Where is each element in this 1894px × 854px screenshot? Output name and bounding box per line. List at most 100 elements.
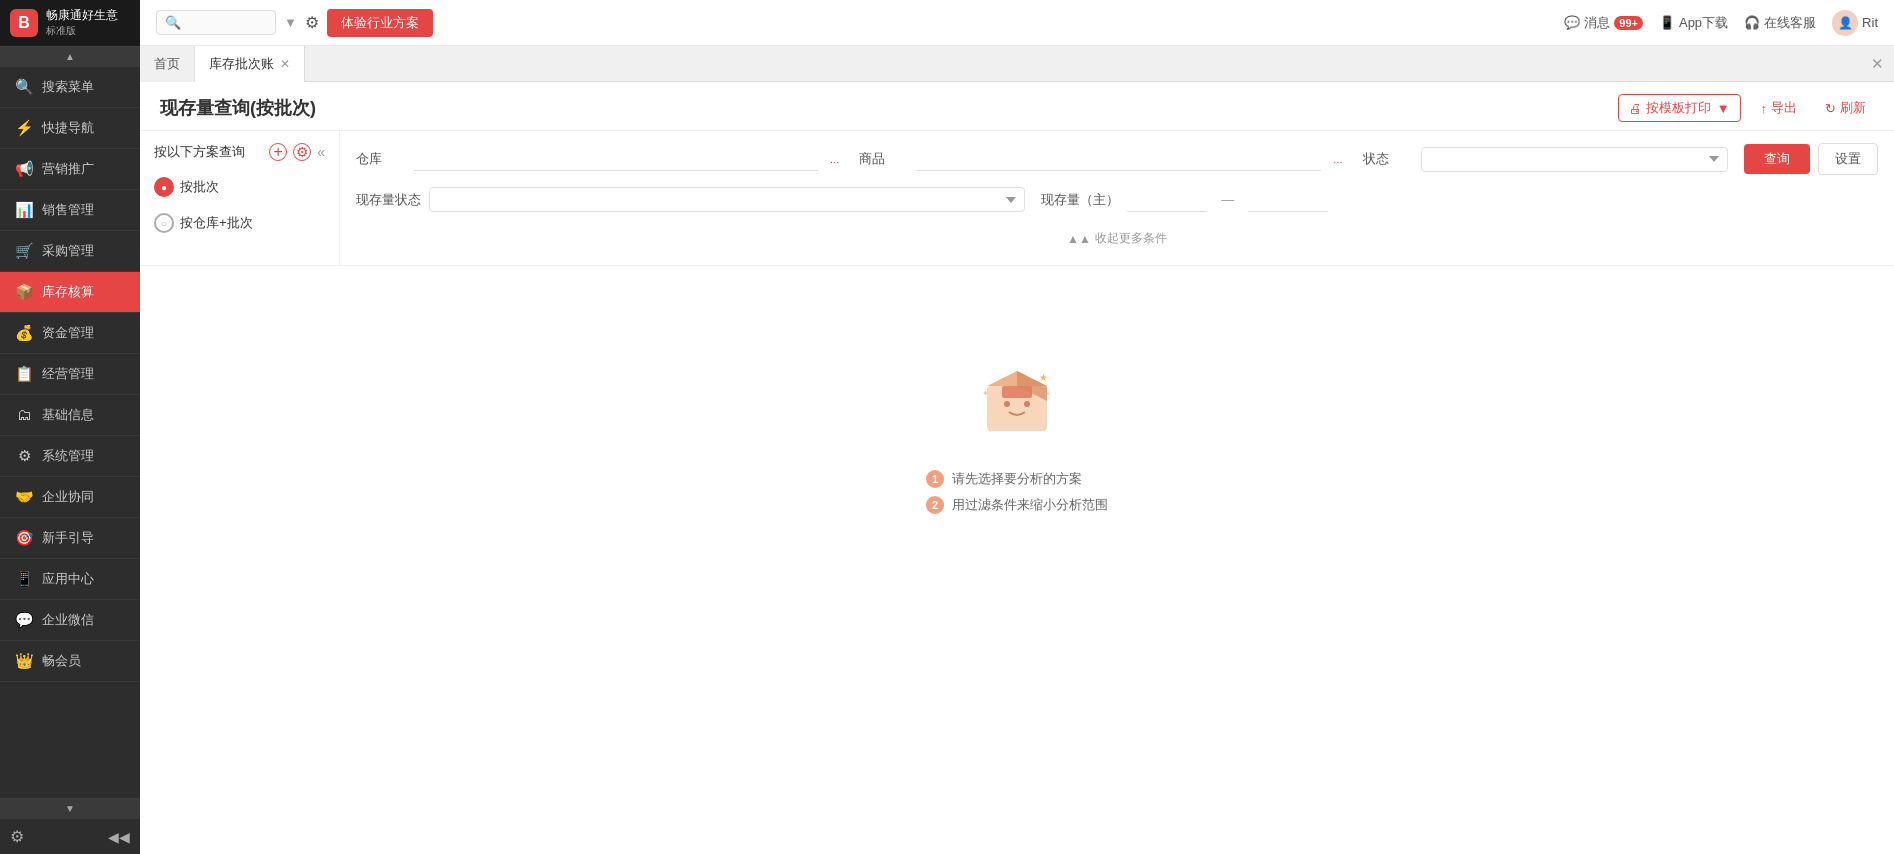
nav-icon-system: ⚙ — [14, 446, 34, 466]
step-2-num: 2 — [926, 496, 944, 514]
filter-row-2: 现存量状态 全部 有库存 无库存 现存量（主） — — [356, 187, 1878, 212]
collapse-sidebar-icon[interactable]: « — [317, 144, 325, 160]
filter-sidebar-header: 按以下方案查询 + ⚙ « — [140, 143, 339, 169]
sidebar-item-marketing[interactable]: 📢 营销推广 — [0, 149, 140, 190]
nav-icon-wechat: 💬 — [14, 610, 34, 630]
nav-label-system: 系统管理 — [42, 447, 94, 465]
user-name: Rit — [1862, 15, 1878, 30]
svg-text:★: ★ — [1039, 372, 1048, 383]
search-box[interactable]: 🔍 — [156, 10, 276, 35]
topbar-settings-icon[interactable]: ⚙ — [305, 13, 319, 32]
print-dropdown-icon[interactable]: ▼ — [1717, 101, 1730, 116]
refresh-btn[interactable]: ↻ 刷新 — [1817, 95, 1874, 121]
headset-icon: 🎧 — [1744, 15, 1760, 30]
nav-icon-marketing: 📢 — [14, 159, 34, 179]
tab-bar-close-icon[interactable]: ✕ — [1871, 55, 1884, 73]
nav-label-member: 畅会员 — [42, 652, 81, 670]
experience-btn[interactable]: 体验行业方案 — [327, 9, 433, 37]
settings-button[interactable]: 设置 — [1818, 143, 1878, 175]
sidebar-item-inventory[interactable]: 📦 库存核算 — [0, 272, 140, 313]
sidebar-item-system[interactable]: ⚙ 系统管理 — [0, 436, 140, 477]
scheme-batch-label: 按批次 — [180, 178, 219, 196]
query-button[interactable]: 查询 — [1744, 144, 1810, 174]
warehouse-label: 仓库 — [356, 150, 406, 168]
product-input[interactable] — [917, 147, 1321, 171]
sidebar-item-sales[interactable]: 📊 销售管理 — [0, 190, 140, 231]
sidebar-item-app-center[interactable]: 📱 应用中心 — [0, 559, 140, 600]
svg-text:✦: ✦ — [1045, 390, 1051, 397]
sidebar-item-purchase[interactable]: 🛒 采购管理 — [0, 231, 140, 272]
page-header: 现存量查询(按批次) 🖨 按模板打印 ▼ ↑ 导出 ↻ 刷新 — [140, 82, 1894, 131]
nav-icon-search: 🔍 — [14, 77, 34, 97]
scheme-settings-icon[interactable]: ⚙ — [293, 143, 311, 161]
main-area: 🔍 ▼ ⚙ 体验行业方案 💬 消息 99+ 📱 App下载 🎧 在线客服 👤 — [140, 0, 1894, 854]
step-2-text: 用过滤条件来缩小分析范围 — [952, 496, 1108, 514]
export-btn[interactable]: ↑ 导出 — [1753, 95, 1806, 121]
product-field: 商品 ... — [859, 147, 1346, 171]
tab-inventory-batch-label: 库存批次账 — [209, 55, 274, 73]
export-icon: ↑ — [1761, 101, 1768, 116]
sidebar-item-finance[interactable]: 💰 资金管理 — [0, 313, 140, 354]
sidebar-item-operations[interactable]: 📋 经营管理 — [0, 354, 140, 395]
nav-label-basic: 基础信息 — [42, 406, 94, 424]
nav-label-marketing: 营销推广 — [42, 160, 94, 178]
refresh-label: 刷新 — [1840, 99, 1866, 117]
filter-sidebar-actions: + ⚙ « — [269, 143, 325, 161]
empty-step-2: 2 用过滤条件来缩小分析范围 — [926, 496, 1108, 514]
app-subtitle: 标准版 — [46, 24, 118, 38]
sidebar-settings-icon[interactable]: ⚙ — [10, 827, 24, 846]
stock-main-from-input[interactable] — [1127, 188, 1207, 212]
sidebar-item-wechat[interactable]: 💬 企业微信 — [0, 600, 140, 641]
nav-label-inventory: 库存核算 — [42, 283, 94, 301]
online-service-btn[interactable]: 🎧 在线客服 — [1744, 14, 1816, 32]
warehouse-input[interactable] — [414, 147, 818, 171]
status-select[interactable]: 全部 正常 停用 — [1421, 147, 1728, 172]
collapse-up-icon: ▲▲ — [1067, 232, 1091, 246]
app-download-btn[interactable]: 📱 App下载 — [1659, 14, 1728, 32]
sidebar-item-quick-nav[interactable]: ⚡ 快捷导航 — [0, 108, 140, 149]
nav-label-quick-nav: 快捷导航 — [42, 119, 94, 137]
tab-close-icon[interactable]: ✕ — [280, 57, 290, 71]
tab-inventory-batch[interactable]: 库存批次账 ✕ — [195, 46, 305, 82]
stock-main-separator: — — [1215, 192, 1240, 207]
stock-main-label: 现存量（主） — [1041, 191, 1119, 209]
nav-icon-sales: 📊 — [14, 200, 34, 220]
sidebar-item-search[interactable]: 🔍 搜索菜单 — [0, 67, 140, 108]
scheme-by-warehouse-batch[interactable]: ○ 按仓库+批次 — [140, 205, 339, 241]
nav-icon-inventory: 📦 — [14, 282, 34, 302]
filter-row-1: 仓库 ... 商品 ... 状态 — [356, 143, 1878, 175]
collapse-more-btn[interactable]: ▲▲ 收起更多条件 — [356, 224, 1878, 253]
add-scheme-icon[interactable]: + — [269, 143, 287, 161]
messages-btn[interactable]: 💬 消息 99+ — [1564, 14, 1643, 32]
nav-icon-newbie: 🎯 — [14, 528, 34, 548]
stock-status-label: 现存量状态 — [356, 191, 421, 209]
print-icon: 🖨 — [1629, 101, 1642, 116]
sidebar-item-newbie[interactable]: 🎯 新手引导 — [0, 518, 140, 559]
stock-status-field: 现存量状态 全部 有库存 无库存 — [356, 187, 1025, 212]
sidebar-collapse-icon[interactable]: ◀◀ — [108, 829, 130, 845]
sidebar-item-member[interactable]: 👑 畅会员 — [0, 641, 140, 682]
nav-icon-purchase: 🛒 — [14, 241, 34, 261]
tab-home[interactable]: 首页 — [140, 46, 195, 82]
user-avatar-btn[interactable]: 👤 Rit — [1832, 10, 1878, 36]
sidebar-scroll-down[interactable]: ▼ — [0, 798, 140, 818]
stock-main-to-input[interactable] — [1248, 188, 1328, 212]
filter-area: 按以下方案查询 + ⚙ « ● 按批次 ○ 按仓库+批次 — [140, 131, 1894, 265]
stock-status-select[interactable]: 全部 有库存 无库存 — [429, 187, 1025, 212]
scheme-by-batch[interactable]: ● 按批次 — [140, 169, 339, 205]
warehouse-more-btn[interactable]: ... — [826, 151, 843, 167]
product-more-btn[interactable]: ... — [1329, 151, 1346, 167]
sidebar-item-basic[interactable]: 🗂 基础信息 — [0, 395, 140, 436]
scheme-batch-icon: ● — [154, 177, 174, 197]
empty-step-1: 1 请先选择要分析的方案 — [926, 470, 1108, 488]
print-btn[interactable]: 🖨 按模板打印 ▼ — [1618, 94, 1741, 122]
topbar-chevron-icon[interactable]: ▼ — [284, 15, 297, 30]
empty-state: ★ ✦ ✦ 1 请先选择要分析的方案 2 用过滤条件来缩小分析范围 — [140, 266, 1894, 594]
sidebar-item-enterprise[interactable]: 🤝 企业协同 — [0, 477, 140, 518]
print-label: 按模板打印 — [1646, 99, 1711, 117]
topbar: 🔍 ▼ ⚙ 体验行业方案 💬 消息 99+ 📱 App下载 🎧 在线客服 👤 — [140, 0, 1894, 46]
filter-sidebar: 按以下方案查询 + ⚙ « ● 按批次 ○ 按仓库+批次 — [140, 131, 340, 265]
sidebar-header: B 畅康通好生意 标准版 — [0, 0, 140, 47]
sidebar: B 畅康通好生意 标准版 ▲ 🔍 搜索菜单 ⚡ 快捷导航 📢 营销推广 📊 销售… — [0, 0, 140, 854]
sidebar-scroll-up[interactable]: ▲ — [0, 47, 140, 67]
